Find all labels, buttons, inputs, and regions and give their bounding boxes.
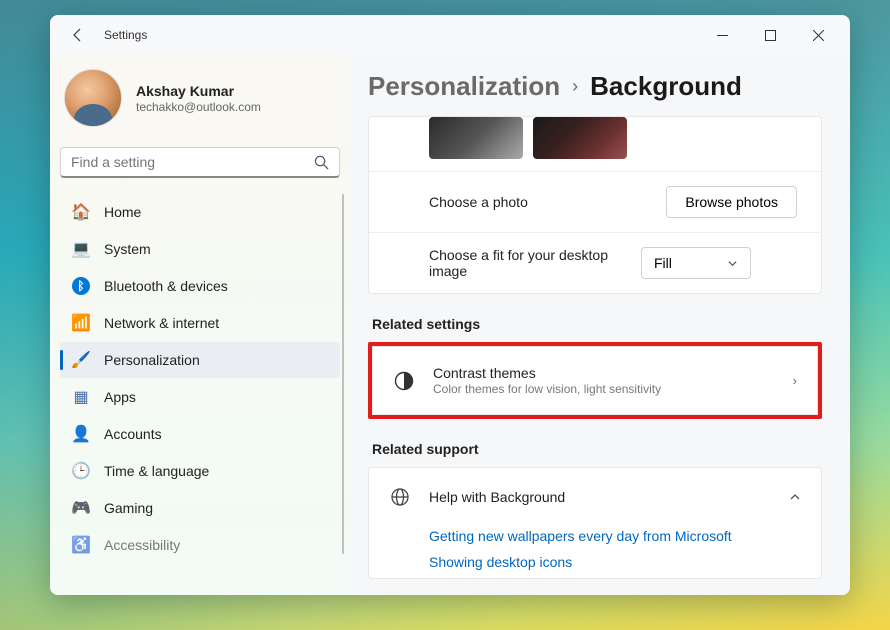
nav-label: Time & language bbox=[104, 463, 209, 479]
back-button[interactable] bbox=[64, 21, 92, 49]
clock-icon: 🕒 bbox=[72, 462, 90, 480]
avatar bbox=[64, 69, 122, 127]
contrast-themes-row[interactable]: Contrast themes Color themes for low vis… bbox=[373, 347, 817, 414]
nav-scrollbar[interactable] bbox=[342, 194, 344, 554]
profile-block[interactable]: Akshay Kumar techakko@outlook.com bbox=[60, 63, 340, 145]
fit-row: Choose a fit for your desktop image Fill bbox=[369, 232, 821, 293]
related-support-heading: Related support bbox=[372, 441, 822, 457]
background-card: Choose a photo Browse photos Choose a fi… bbox=[368, 116, 822, 294]
fit-dropdown[interactable]: Fill bbox=[641, 247, 751, 279]
sidebar-item-gaming[interactable]: 🎮 Gaming bbox=[60, 490, 340, 526]
chevron-up-icon bbox=[789, 491, 801, 503]
nav-label: System bbox=[104, 241, 151, 257]
search-box[interactable] bbox=[60, 147, 340, 178]
nav-label: Accessibility bbox=[104, 537, 180, 553]
thumbnail-recent-1[interactable] bbox=[429, 117, 523, 159]
thumbnail-recent-2[interactable] bbox=[533, 117, 627, 159]
sidebar-item-time[interactable]: 🕒 Time & language bbox=[60, 453, 340, 489]
close-button[interactable] bbox=[796, 20, 840, 50]
help-link-desktop-icons[interactable]: Showing desktop icons bbox=[369, 552, 821, 578]
choose-photo-label: Choose a photo bbox=[429, 194, 654, 210]
nav-label: Accounts bbox=[104, 426, 162, 442]
contrast-themes-card: Contrast themes Color themes for low vis… bbox=[372, 346, 818, 415]
arrow-left-icon bbox=[70, 27, 86, 43]
nav-label: Personalization bbox=[104, 352, 200, 368]
chevron-right-icon: › bbox=[572, 76, 578, 97]
brush-icon: 🖌️ bbox=[72, 351, 90, 369]
chevron-down-icon bbox=[727, 258, 738, 269]
minimize-icon bbox=[717, 30, 728, 41]
system-icon: 💻 bbox=[72, 240, 90, 258]
home-icon: 🏠 bbox=[72, 203, 90, 221]
minimize-button[interactable] bbox=[700, 20, 744, 50]
content-area: Akshay Kumar techakko@outlook.com 🏠 Home … bbox=[50, 55, 850, 595]
window-controls bbox=[700, 20, 840, 50]
nav-label: Apps bbox=[104, 389, 136, 405]
help-card: Help with Background Getting new wallpap… bbox=[368, 467, 822, 579]
nav-label: Home bbox=[104, 204, 141, 220]
tutorial-highlight: Contrast themes Color themes for low vis… bbox=[368, 342, 822, 419]
fit-value: Fill bbox=[654, 255, 672, 271]
sidebar-item-accessibility[interactable]: ♿ Accessibility bbox=[60, 527, 340, 563]
apps-icon: ▦ bbox=[72, 388, 90, 406]
breadcrumb-parent[interactable]: Personalization bbox=[368, 71, 560, 102]
sidebar-item-apps[interactable]: ▦ Apps bbox=[60, 379, 340, 415]
related-settings-heading: Related settings bbox=[372, 316, 822, 332]
help-row[interactable]: Help with Background bbox=[369, 468, 821, 526]
chevron-right-icon: › bbox=[793, 373, 797, 388]
contrast-icon bbox=[393, 370, 415, 392]
page-title: Background bbox=[590, 71, 742, 102]
main-panel: Personalization › Background Choose a ph… bbox=[350, 55, 850, 595]
fit-label: Choose a fit for your desktop image bbox=[429, 247, 629, 279]
breadcrumb: Personalization › Background bbox=[368, 71, 822, 102]
maximize-icon bbox=[765, 30, 776, 41]
globe-icon bbox=[389, 486, 411, 508]
profile-email: techakko@outlook.com bbox=[136, 100, 261, 114]
help-link-wallpapers[interactable]: Getting new wallpapers every day from Mi… bbox=[369, 526, 821, 552]
nav-label: Gaming bbox=[104, 500, 153, 516]
sidebar-item-bluetooth[interactable]: ᛒ Bluetooth & devices bbox=[60, 268, 340, 304]
sidebar-item-home[interactable]: 🏠 Home bbox=[60, 194, 340, 230]
accessibility-icon: ♿ bbox=[72, 536, 90, 554]
nav-label: Network & internet bbox=[104, 315, 219, 331]
recent-thumbs bbox=[369, 117, 821, 171]
sidebar-item-personalization[interactable]: 🖌️ Personalization bbox=[60, 342, 340, 378]
titlebar: Settings bbox=[50, 15, 850, 55]
nav-list: 🏠 Home 💻 System ᛒ Bluetooth & devices 📶 Netw… bbox=[60, 194, 340, 563]
help-title: Help with Background bbox=[429, 489, 771, 505]
contrast-desc: Color themes for low vision, light sensi… bbox=[433, 382, 775, 396]
choose-photo-row: Choose a photo Browse photos bbox=[369, 171, 821, 232]
maximize-button[interactable] bbox=[748, 20, 792, 50]
sidebar-item-network[interactable]: 📶 Network & internet bbox=[60, 305, 340, 341]
accounts-icon: 👤 bbox=[72, 425, 90, 443]
profile-name: Akshay Kumar bbox=[136, 83, 261, 99]
window-title: Settings bbox=[104, 28, 147, 42]
close-icon bbox=[813, 30, 824, 41]
gaming-icon: 🎮 bbox=[72, 499, 90, 517]
search-input[interactable] bbox=[71, 154, 314, 170]
wifi-icon: 📶 bbox=[72, 314, 90, 332]
sidebar-item-system[interactable]: 💻 System bbox=[60, 231, 340, 267]
sidebar: Akshay Kumar techakko@outlook.com 🏠 Home … bbox=[50, 55, 350, 595]
sidebar-item-accounts[interactable]: 👤 Accounts bbox=[60, 416, 340, 452]
contrast-title: Contrast themes bbox=[433, 365, 775, 381]
search-icon bbox=[314, 155, 329, 170]
settings-window: Settings Akshay Kumar techakko@outlook.c… bbox=[50, 15, 850, 595]
browse-photos-button[interactable]: Browse photos bbox=[666, 186, 797, 218]
nav-label: Bluetooth & devices bbox=[104, 278, 228, 294]
bluetooth-icon: ᛒ bbox=[72, 277, 90, 295]
